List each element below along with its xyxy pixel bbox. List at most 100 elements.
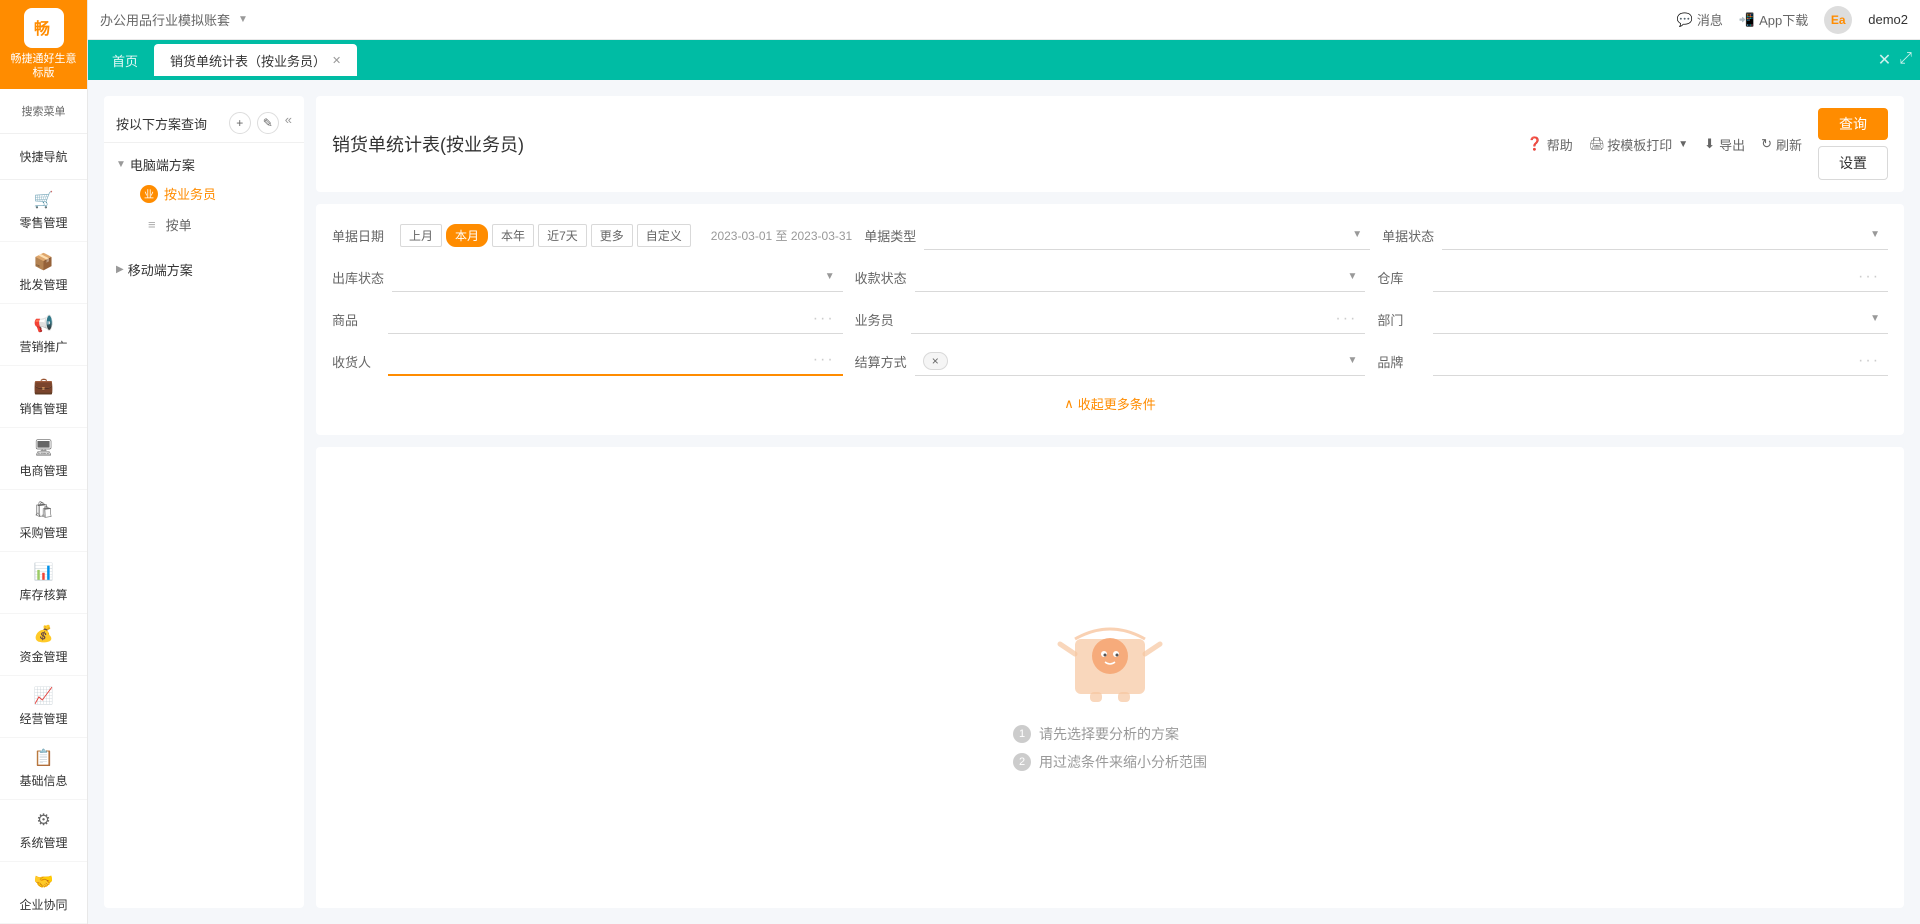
warehouse-input[interactable]: ··· [1433,262,1888,292]
user-name[interactable]: demo2 [1868,12,1908,27]
doc-status-label: 单据状态 [1382,226,1434,245]
enterprise-icon: 🤝 [34,872,54,892]
collapse-panel-button[interactable]: « [285,112,292,134]
dept-select[interactable]: ▼ [1433,304,1888,334]
tab-home[interactable]: 首页 [96,44,154,76]
goods-input[interactable]: ··· [388,304,843,334]
sidebar-item-operations[interactable]: 📈 经营管理 [0,676,87,738]
out-status-select[interactable]: ▼ [392,262,843,292]
tab-sales-stats[interactable]: 销货单统计表（按业务员） ✕ [154,44,357,76]
sidebar-item-system[interactable]: ⚙ 系统管理 [0,800,87,862]
sidebar-item-enterprise[interactable]: 🤝 企业协同 [0,862,87,924]
scheme-item-salesman[interactable]: 业 按业务员 [116,178,292,209]
sales-icon: 💼 [34,376,54,396]
settle-tag-x-icon[interactable]: × [932,354,939,368]
purchase-icon: 🛍 [33,500,53,520]
goods-more-icon[interactable]: ··· [813,310,835,328]
scheme-item-order[interactable]: ≡ 按单 [116,209,292,240]
filter-date: 单据日期 上月 本月 本年 近7天 更多 自定义 2023-03-01 至 20… [332,224,852,247]
edit-scheme-button[interactable]: ✎ [257,112,279,134]
consignee-input[interactable]: ··· [388,346,843,376]
system-label: 系统管理 [19,834,67,851]
scheme-group-pc-title[interactable]: ▼ 电脑端方案 [116,151,292,178]
salesman-label: 业务员 [855,310,903,329]
sidebar-item-marketing[interactable]: 📢 营销推广 [0,304,87,366]
app-logo[interactable]: 畅 畅捷通好生意 标版 [0,0,87,89]
tab-expand-icon[interactable]: ⤢ [1899,50,1912,70]
sidebar-item-finance[interactable]: 💰 资金管理 [0,614,87,676]
date-btn-last-7days[interactable]: 近7天 [538,224,587,247]
retail-icon: 🛒 [34,190,54,210]
message-icon: 💬 [1677,12,1693,28]
date-buttons: 上月 本月 本年 近7天 更多 自定义 [400,224,691,247]
refresh-label: 刷新 [1776,135,1802,154]
sidebar-item-sales[interactable]: 💼 销售管理 [0,366,87,428]
sidebar-item-ecommerce[interactable]: 🖥 电商管理 [0,428,87,490]
salesman-input[interactable]: ··· [911,304,1366,334]
add-scheme-button[interactable]: + [229,112,251,134]
sidebar-item-basic-info[interactable]: 📋 基础信息 [0,738,87,800]
doc-type-select[interactable]: ▼ [924,220,1370,250]
help-button[interactable]: ❓ 帮助 [1527,135,1573,154]
doc-type-dropdown-icon: ▼ [1352,229,1362,240]
filter-row-2: 出库状态 ▼ 收款状态 ▼ 仓库 [332,262,1888,292]
scheme-group-mobile-title[interactable]: ▶ 移动端方案 [116,256,292,283]
retail-label: 零售管理 [19,214,67,231]
finance-icon: 💰 [34,624,54,644]
collect-status-select[interactable]: ▼ [915,262,1366,292]
export-button[interactable]: ⬇ 导出 [1704,135,1745,154]
sidebar-item-inventory[interactable]: 📊 库存核算 [0,552,87,614]
print-dropdown-icon[interactable]: ▼ [1678,139,1688,150]
collect-status-label: 收款状态 [855,268,907,287]
settings-button[interactable]: 设置 [1818,146,1888,180]
user-avatar[interactable]: Ea [1824,6,1852,34]
empty-tips: 1 请先选择要分析的方案 2 用过滤条件来缩小分析范围 [1013,724,1207,772]
empty-tip-2: 2 用过滤条件来缩小分析范围 [1013,752,1207,772]
doc-status-select[interactable]: ▼ [1442,220,1888,250]
date-btn-more[interactable]: 更多 [591,224,633,247]
app-download-label: App下载 [1759,10,1808,29]
filter-row-3: 商品 ··· 业务员 ··· 部门 [332,304,1888,334]
date-btn-custom[interactable]: 自定义 [637,224,691,247]
date-range-display: 2023-03-01 至 2023-03-31 [711,227,852,244]
filter-row-4: 收货人 ··· 结算方式 × ▼ [332,346,1888,376]
date-btn-last-month[interactable]: 上月 [400,224,442,247]
date-btn-this-month[interactable]: 本月 [446,224,488,247]
breadcrumb-dropdown-icon[interactable]: ▼ [238,14,248,25]
sidebar-item-wholesale[interactable]: 📦 批发管理 [0,242,87,304]
collapse-more-label: 收起更多条件 [1078,394,1156,413]
enterprise-label: 企业协同 [19,896,67,913]
content-area: 按以下方案查询 + ✎ « ▼ 电脑端方案 业 按业务员 ≡ [88,80,1920,924]
sales-label: 销售管理 [19,400,67,417]
order-sub-icon: ≡ [148,217,156,232]
settle-select[interactable]: × ▼ [915,346,1366,376]
tab-close-icon[interactable]: ✕ [332,54,341,67]
print-button[interactable]: 🖨 按模板打印 ▼ [1589,135,1688,154]
marketing-icon: 📢 [34,314,54,334]
brand-more-icon[interactable]: ··· [1858,352,1880,370]
sidebar-item-purchase[interactable]: 🛍 采购管理 [0,490,87,552]
warehouse-more-icon[interactable]: ··· [1858,268,1880,286]
brand-input[interactable]: ··· [1433,346,1888,376]
settle-tag[interactable]: × [923,352,948,370]
sidebar-item-retail[interactable]: 🛒 零售管理 [0,180,87,242]
sales-stats-tab-label: 销货单统计表（按业务员） [170,51,326,70]
scheme-group-mobile: ▶ 移动端方案 [104,248,304,291]
search-menu-label[interactable]: 搜索菜单 [22,99,66,123]
query-button[interactable]: 查询 [1818,108,1888,140]
date-btn-this-year[interactable]: 本年 [492,224,534,247]
salesman-more-icon[interactable]: ··· [1335,310,1357,328]
consignee-more-icon[interactable]: ··· [813,351,835,369]
filter-doc-type: 单据类型 ▼ [864,220,1370,250]
message-button[interactable]: 💬 消息 [1677,10,1723,29]
refresh-button[interactable]: ↻ 刷新 [1761,135,1802,154]
sidebar-nav-quick[interactable]: 快捷导航 [0,140,87,173]
goods-label: 商品 [332,310,380,329]
tip-num-1: 1 [1013,725,1031,743]
app-download-button[interactable]: 📲 App下载 [1739,10,1808,29]
action-buttons: 查询 设置 [1818,108,1888,180]
basic-info-label: 基础信息 [19,772,67,789]
tab-close-all-icon[interactable]: ✕ [1878,50,1891,70]
purchase-label: 采购管理 [19,524,67,541]
collapse-more-button[interactable]: ∧ 收起更多条件 [332,388,1888,419]
